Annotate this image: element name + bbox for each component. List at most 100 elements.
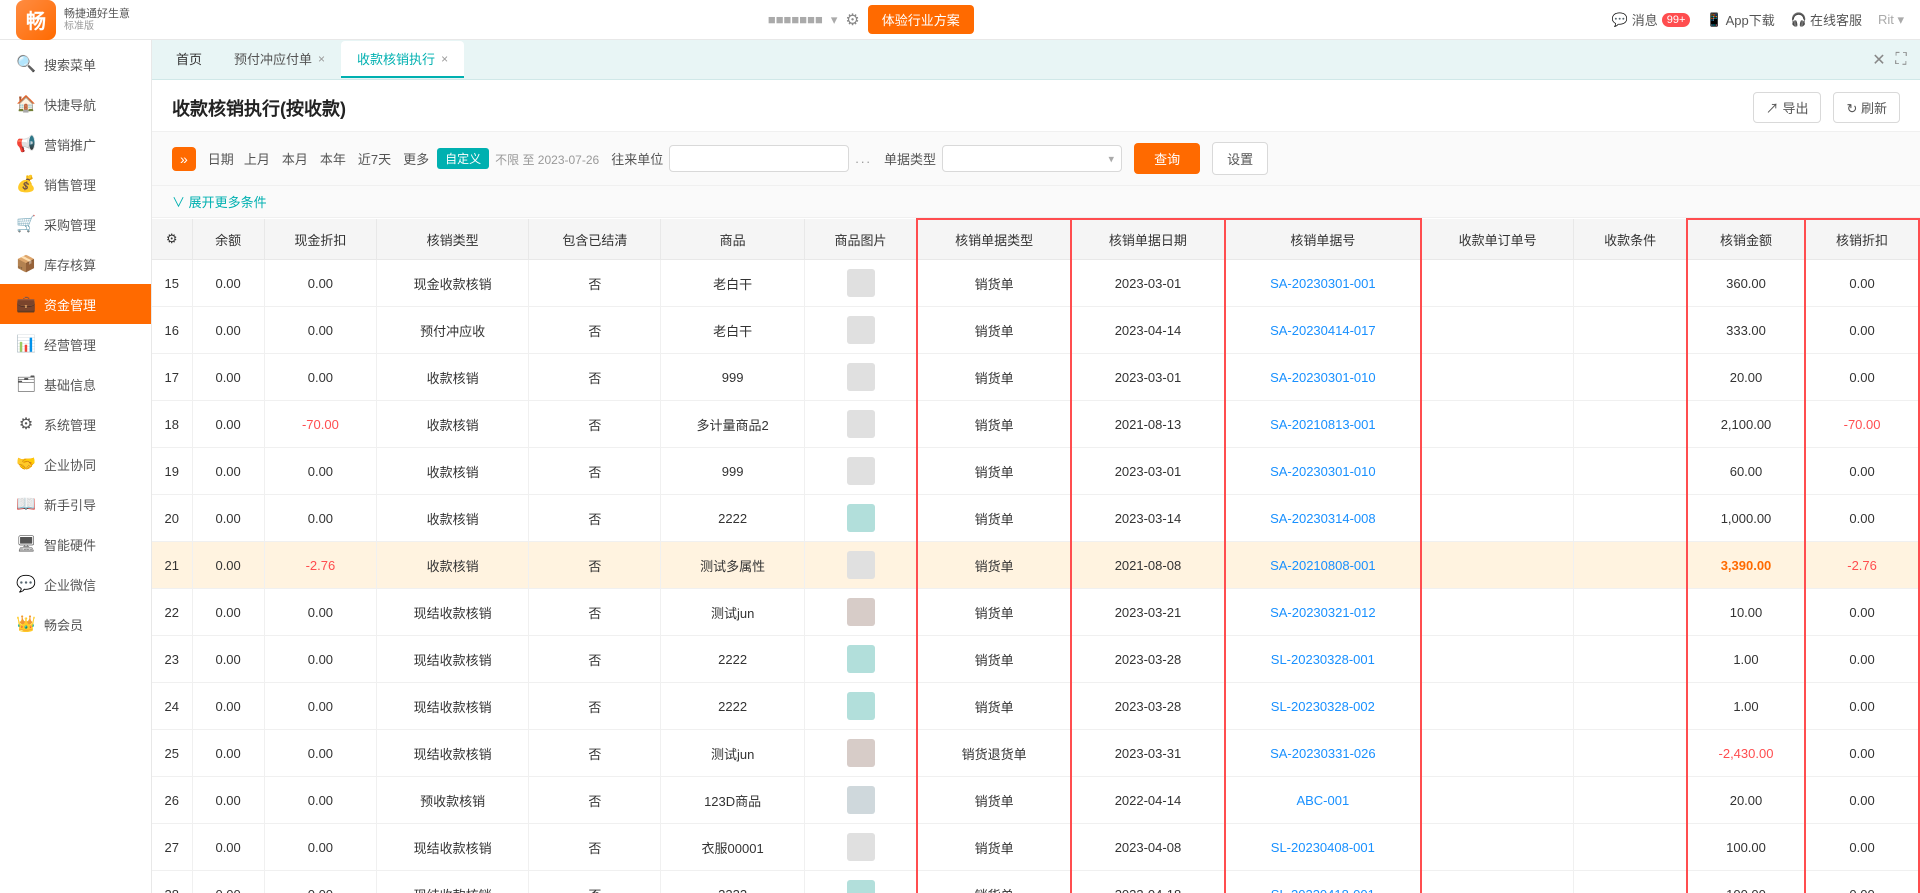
date-btn-this-year[interactable]: 本年	[316, 147, 350, 170]
date-range-text: 不限 至 2023-07-26	[495, 151, 599, 168]
sidebar-item-hardware[interactable]: 🖥 智能硬件	[0, 524, 151, 564]
chevron-down-icon[interactable]: ▾	[831, 12, 838, 28]
writeoff-bill-no-link[interactable]: SA-20210808-001	[1270, 558, 1376, 573]
tab-collection[interactable]: 收款核销执行 ×	[341, 41, 464, 78]
td-writeoff-amount: 333.00	[1687, 307, 1805, 354]
writeoff-bill-no-link[interactable]: SL-20230408-001	[1271, 840, 1375, 855]
td-writeoff-bill-no: SL-20230408-001	[1225, 824, 1421, 871]
td-writeoff-discount: 0.00	[1805, 871, 1919, 893]
sidebar-item-member[interactable]: 👑 畅会员	[0, 604, 151, 644]
tab-prepay[interactable]: 预付冲应付单 ×	[218, 41, 341, 78]
writeoff-bill-no-link[interactable]: SA-20230321-012	[1270, 605, 1376, 620]
sidebar-item-system[interactable]: ⚙ 系统管理	[0, 404, 151, 444]
online-service[interactable]: 🎧 在线客服	[1791, 10, 1862, 29]
td-writeoff-discount: 0.00	[1805, 730, 1919, 777]
date-btn-more[interactable]: 更多	[399, 147, 433, 170]
voucher-label: 单据类型	[884, 149, 936, 168]
app-name: 畅捷通好生意	[64, 8, 130, 21]
voucher-select[interactable]	[942, 145, 1122, 172]
tab-prepay-label: 预付冲应付单	[234, 49, 312, 68]
partner-dots[interactable]: ...	[855, 151, 872, 166]
writeoff-bill-no-link[interactable]: SA-20210813-001	[1270, 417, 1376, 432]
td-include-settled: 否	[529, 777, 661, 824]
writeoff-bill-no-link[interactable]: SA-20230331-026	[1270, 746, 1376, 761]
td-collection-order-no	[1421, 683, 1574, 730]
td-cash-discount: 0.00	[264, 495, 376, 542]
td-writeoff-amount: 1.00	[1687, 636, 1805, 683]
finance-icon: 💼	[16, 294, 36, 314]
td-writeoff-type: 现结收款核销	[377, 636, 529, 683]
td-goods-img	[804, 401, 917, 448]
sidebar-item-purchase[interactable]: 🛒 采购管理	[0, 204, 151, 244]
sidebar-item-guide[interactable]: 📖 新手引导	[0, 484, 151, 524]
writeoff-bill-no-link[interactable]: SA-20230414-017	[1270, 323, 1376, 338]
writeoff-bill-no-link[interactable]: SA-20230301-010	[1270, 464, 1376, 479]
td-collection-condition	[1574, 824, 1687, 871]
partner-label: 往来单位	[611, 149, 663, 168]
export-button[interactable]: ↗ 导出	[1753, 92, 1822, 123]
sidebar-item-finance[interactable]: 💼 资金管理	[0, 284, 151, 324]
row-number: 15	[152, 260, 192, 307]
query-button[interactable]: 查询	[1134, 143, 1200, 174]
app-download[interactable]: 📱 App下载	[1706, 10, 1774, 29]
writeoff-bill-no-link[interactable]: SL-20230328-001	[1271, 652, 1375, 667]
td-writeoff-bill-date: 2023-03-14	[1071, 495, 1225, 542]
td-cash-discount: 0.00	[264, 871, 376, 893]
top-bar: 畅 畅捷通好生意 标准版 ■■■■■■■ ▾ ⚙ 体验行业方案 💬 消息 99+…	[0, 0, 1920, 40]
window-close-icon[interactable]: ✕	[1868, 49, 1890, 71]
writeoff-bill-no-link[interactable]: SA-20230301-001	[1270, 276, 1376, 291]
td-writeoff-amount: 2,100.00	[1687, 401, 1805, 448]
sidebar-item-marketing[interactable]: 📢 营销推广	[0, 124, 151, 164]
date-custom-btn[interactable]: 自定义	[437, 148, 489, 169]
sidebar-item-quick[interactable]: 🏠 快捷导航	[0, 84, 151, 124]
partner-input[interactable]	[669, 145, 849, 172]
sidebar-item-basic[interactable]: 🗂 基础信息	[0, 364, 151, 404]
writeoff-bill-no-link[interactable]: SL-20230328-002	[1271, 699, 1375, 714]
td-collection-condition	[1574, 495, 1687, 542]
message-group[interactable]: 💬 消息 99+	[1612, 10, 1691, 29]
sidebar-item-inventory[interactable]: 📦 库存核算	[0, 244, 151, 284]
col-header-setting[interactable]: ⚙	[152, 219, 192, 260]
window-maximize-icon[interactable]: ⛶	[1890, 49, 1912, 71]
table-row: 180.00-70.00收款核销否多计量商品2销货单2021-08-13SA-2…	[152, 401, 1919, 448]
filter-expand-button[interactable]: »	[172, 147, 196, 171]
table-container[interactable]: ⚙ 余额 现金折扣 核销类型 包含已结清 商品 商品图片 核销单据类型 核销单据…	[152, 218, 1920, 893]
gear-icon[interactable]: ⚙	[845, 10, 859, 30]
tab-prepay-close[interactable]: ×	[318, 52, 325, 66]
td-writeoff-amount: 20.00	[1687, 777, 1805, 824]
expand-more-btn[interactable]: ∨ 展开更多条件	[172, 192, 1900, 211]
td-goods-img	[804, 542, 917, 589]
td-include-settled: 否	[529, 354, 661, 401]
settings-button[interactable]: 设置	[1212, 142, 1268, 175]
writeoff-bill-no-link[interactable]: SA-20230314-008	[1270, 511, 1376, 526]
td-collection-condition	[1574, 777, 1687, 824]
date-btn-this-month[interactable]: 本月	[278, 147, 312, 170]
date-btn-7days[interactable]: 近7天	[354, 147, 395, 170]
sidebar-label-basic: 基础信息	[44, 375, 96, 394]
td-writeoff-amount: 100.00	[1687, 871, 1805, 893]
message-label: 消息	[1632, 10, 1658, 29]
td-goods-img	[804, 871, 917, 893]
td-goods: 999	[661, 448, 804, 495]
td-writeoff-type: 现结收款核销	[377, 589, 529, 636]
td-writeoff-bill-no: SA-20210813-001	[1225, 401, 1421, 448]
sidebar-item-enterprise[interactable]: 🤝 企业协同	[0, 444, 151, 484]
tab-collection-close[interactable]: ×	[441, 52, 448, 66]
solution-btn[interactable]: 体验行业方案	[868, 5, 974, 34]
td-cash-discount: -70.00	[264, 401, 376, 448]
user-avatar[interactable]: Rit ▾	[1878, 12, 1904, 28]
tab-home[interactable]: 首页	[160, 41, 218, 78]
sidebar-item-search[interactable]: 🔍 搜索菜单	[0, 44, 151, 84]
sidebar-item-business[interactable]: 📊 经营管理	[0, 324, 151, 364]
date-btn-last-month[interactable]: 上月	[240, 147, 274, 170]
td-writeoff-bill-no: SL-20230418-001	[1225, 871, 1421, 893]
writeoff-bill-no-link[interactable]: SL-20230418-001	[1271, 887, 1375, 893]
refresh-button[interactable]: ↻ 刷新	[1833, 92, 1900, 123]
sidebar-item-wechat[interactable]: 💬 企业微信	[0, 564, 151, 604]
top-bar-center: ■■■■■■■ ▾ ⚙ 体验行业方案	[768, 5, 974, 34]
sidebar-item-sales[interactable]: 💰 销售管理	[0, 164, 151, 204]
td-goods: 2222	[661, 683, 804, 730]
writeoff-bill-no-link[interactable]: ABC-001	[1296, 793, 1349, 808]
writeoff-bill-no-link[interactable]: SA-20230301-010	[1270, 370, 1376, 385]
td-include-settled: 否	[529, 683, 661, 730]
